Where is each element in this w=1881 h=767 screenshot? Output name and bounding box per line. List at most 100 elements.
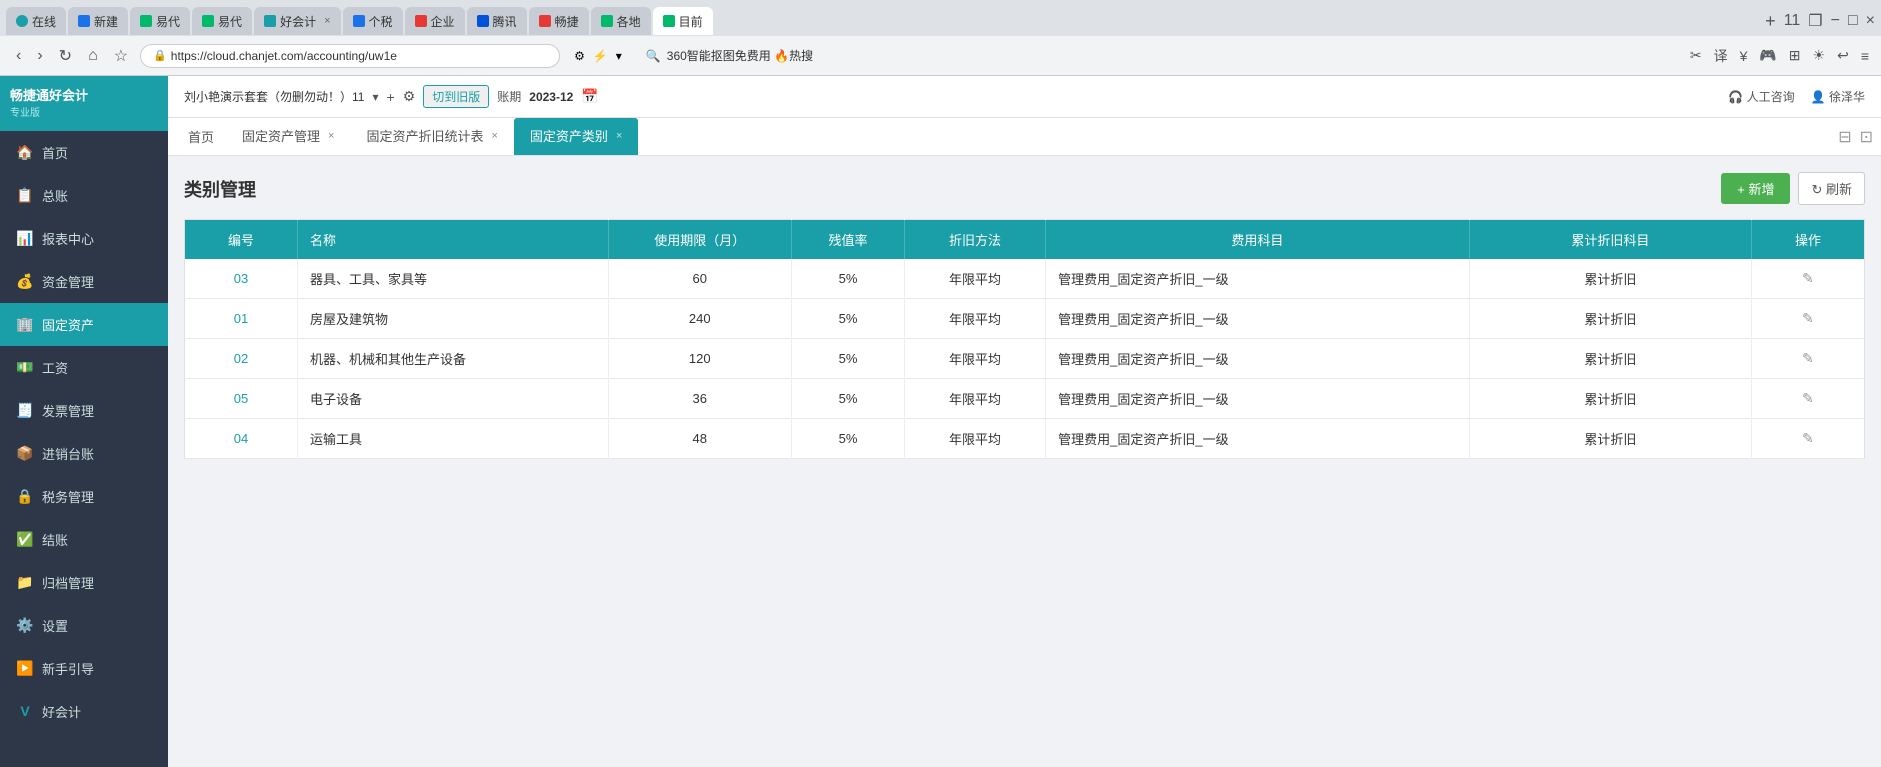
calendar-icon[interactable]: 📅 (581, 88, 598, 105)
col-action: 操作 (1752, 220, 1865, 260)
undo-icon[interactable]: ↩ (1837, 47, 1849, 64)
sidebar-item-archive[interactable]: 📁 归档管理 (0, 561, 168, 604)
url-bar[interactable]: 🔒 https://cloud.chanjet.com/accounting/u… (140, 44, 560, 68)
cell-method: 年限平均 (904, 419, 1045, 459)
breadcrumb-home[interactable]: 首页 (176, 119, 226, 154)
close-browser-btn[interactable]: × (1866, 12, 1875, 30)
browser-tab-8[interactable]: 畅捷 (529, 7, 589, 35)
dropdown-btn[interactable]: ▾ (372, 90, 378, 104)
cell-expense: 管理费用_固定资产折旧_一级 (1046, 379, 1470, 419)
edit-btn[interactable]: ✎ (1802, 310, 1814, 326)
switch-old-btn[interactable]: 切到旧版 (423, 85, 489, 108)
sidebar-item-fixed-assets[interactable]: 🏢 固定资产 (0, 303, 168, 346)
browser-tab-10[interactable]: 目前 (653, 7, 713, 35)
translate-icon[interactable]: 译 (1714, 46, 1728, 66)
menu-btn[interactable]: ≡ (1861, 48, 1869, 64)
search-label[interactable]: 360智能抠图免费用 🔥热搜 (667, 47, 813, 64)
tab-close-4[interactable]: × (324, 15, 330, 27)
add-btn[interactable]: + 新增 (1721, 173, 1790, 204)
grid-icon[interactable]: ⊞ (1789, 47, 1801, 64)
sidebar-item-guide[interactable]: ▶️ 新手引导 (0, 647, 168, 690)
cell-code[interactable]: 01 (185, 299, 298, 339)
tab-minimize-btn[interactable]: ⊟ (1838, 127, 1851, 147)
tax-icon: 🔒 (16, 487, 34, 505)
col-accum: 累计折旧科目 (1469, 220, 1751, 260)
user-avatar[interactable]: 👤 徐泽华 (1811, 88, 1865, 105)
category-table: 编号 名称 使用期限（月） 残值率 折旧方法 费用科目 累计折旧科目 操作 03… (184, 219, 1865, 459)
cell-months: 60 (608, 259, 792, 299)
sidebar-item-settings[interactable]: ⚙️ 设置 (0, 604, 168, 647)
sidebar-item-purchase-sales[interactable]: 📦 进销台账 (0, 432, 168, 475)
sidebar-item-closing[interactable]: ✅ 结账 (0, 518, 168, 561)
page-tab-2[interactable]: 固定资产类别 × (514, 118, 638, 155)
cell-accum: 累计折旧 (1469, 339, 1751, 379)
extension-btn[interactable]: ⚙ (574, 49, 585, 63)
sidebar-item-home[interactable]: 🏠 首页 (0, 131, 168, 174)
cell-accum: 累计折旧 (1469, 259, 1751, 299)
browser-tab-5[interactable]: 个税 (343, 7, 403, 35)
browser-tab-9[interactable]: 各地 (591, 7, 651, 35)
col-months: 使用期限（月） (608, 220, 792, 260)
sidebar: 畅捷通好会计 专业版 🏠 首页 📋 总账 📊 报表中心 💰 资金管理 🏢 固定资… (0, 76, 168, 767)
sidebar-item-haokuai[interactable]: V 好会计 (0, 690, 168, 733)
bookmark-btn[interactable]: ☆ (110, 44, 132, 68)
tab-close-1[interactable]: × (491, 130, 497, 142)
tab-close-0[interactable]: × (328, 130, 334, 142)
lightning-btn[interactable]: ⚡ (593, 49, 608, 63)
sidebar-item-payroll[interactable]: 💵 工资 (0, 346, 168, 389)
maximize-btn[interactable]: □ (1848, 12, 1858, 30)
cell-code[interactable]: 03 (185, 259, 298, 299)
edit-btn[interactable]: ✎ (1802, 390, 1814, 406)
page-tab-1[interactable]: 固定资产折旧统计表 × (350, 118, 513, 155)
sidebar-item-reports[interactable]: 📊 报表中心 (0, 217, 168, 260)
sidebar-label-fixed-assets: 固定资产 (42, 315, 94, 334)
forward-btn[interactable]: › (33, 45, 46, 67)
edit-btn[interactable]: ✎ (1802, 270, 1814, 286)
browser-tab-6[interactable]: 企业 (405, 7, 465, 35)
page-title: 类别管理 (184, 176, 256, 202)
restore-btn[interactable]: ❐ (1808, 11, 1822, 31)
cell-accum: 累计折旧 (1469, 299, 1751, 339)
back-btn[interactable]: ‹ (12, 45, 25, 67)
invoice-icon: 🧾 (16, 401, 34, 419)
sidebar-label-reports: 报表中心 (42, 229, 94, 248)
expand-btn[interactable]: ▾ (616, 49, 622, 63)
page-tab-0[interactable]: 固定资产管理 × (226, 118, 350, 155)
edit-btn[interactable]: ✎ (1802, 430, 1814, 446)
main-area: 刘小艳演示套套（勿删勿动！）11 ▾ + ⚙ 切到旧版 账期 2023-12 📅… (168, 76, 1881, 767)
refresh-btn[interactable]: ↻ 刷新 (1798, 172, 1865, 205)
logo-sub: 专业版 (10, 104, 88, 119)
headset-icon: 🎧 (1728, 90, 1743, 104)
cell-code[interactable]: 02 (185, 339, 298, 379)
browser-tab-3[interactable]: 易代 (192, 7, 252, 35)
minimize-btn[interactable]: − (1831, 12, 1840, 30)
browser-tab-2[interactable]: 易代 (130, 7, 190, 35)
browser-tab-7[interactable]: 腾讯 (467, 7, 527, 35)
cell-accum: 累计折旧 (1469, 379, 1751, 419)
plus-btn[interactable]: + (387, 89, 395, 105)
settings-btn[interactable]: ⚙ (403, 88, 416, 105)
cell-code[interactable]: 05 (185, 379, 298, 419)
edit-btn[interactable]: ✎ (1802, 350, 1814, 366)
browser-tab-4[interactable]: 好会计 × (254, 7, 340, 35)
avatar-icon: 👤 (1811, 90, 1826, 104)
browser-tab-0[interactable]: 在线 (6, 7, 66, 35)
cell-rate: 5% (792, 379, 905, 419)
sidebar-item-ledger[interactable]: 📋 总账 (0, 174, 168, 217)
home-btn[interactable]: ⌂ (84, 45, 102, 67)
tab-expand-btn[interactable]: ⊡ (1860, 127, 1873, 147)
tab-close-2[interactable]: × (616, 130, 622, 142)
search-icon: 🔍 (646, 49, 661, 63)
header-actions: + 新增 ↻ 刷新 (1721, 172, 1865, 205)
sidebar-item-funds[interactable]: 💰 资金管理 (0, 260, 168, 303)
sidebar-item-invoice[interactable]: 🧾 发票管理 (0, 389, 168, 432)
toolbar-actions: ✂ 译 ¥ 🎮 ⊞ ☀ ↩ ≡ (1690, 46, 1869, 66)
cell-months: 240 (608, 299, 792, 339)
reload-btn[interactable]: ↻ (55, 44, 76, 68)
cell-action: ✎ (1752, 339, 1865, 379)
browser-tab-1[interactable]: 新建 (68, 7, 128, 35)
cell-code[interactable]: 04 (185, 419, 298, 459)
consultation-btn[interactable]: 🎧 人工咨询 (1728, 88, 1794, 105)
sidebar-item-tax[interactable]: 🔒 税务管理 (0, 475, 168, 518)
new-tab-btn[interactable]: + (1765, 11, 1776, 32)
